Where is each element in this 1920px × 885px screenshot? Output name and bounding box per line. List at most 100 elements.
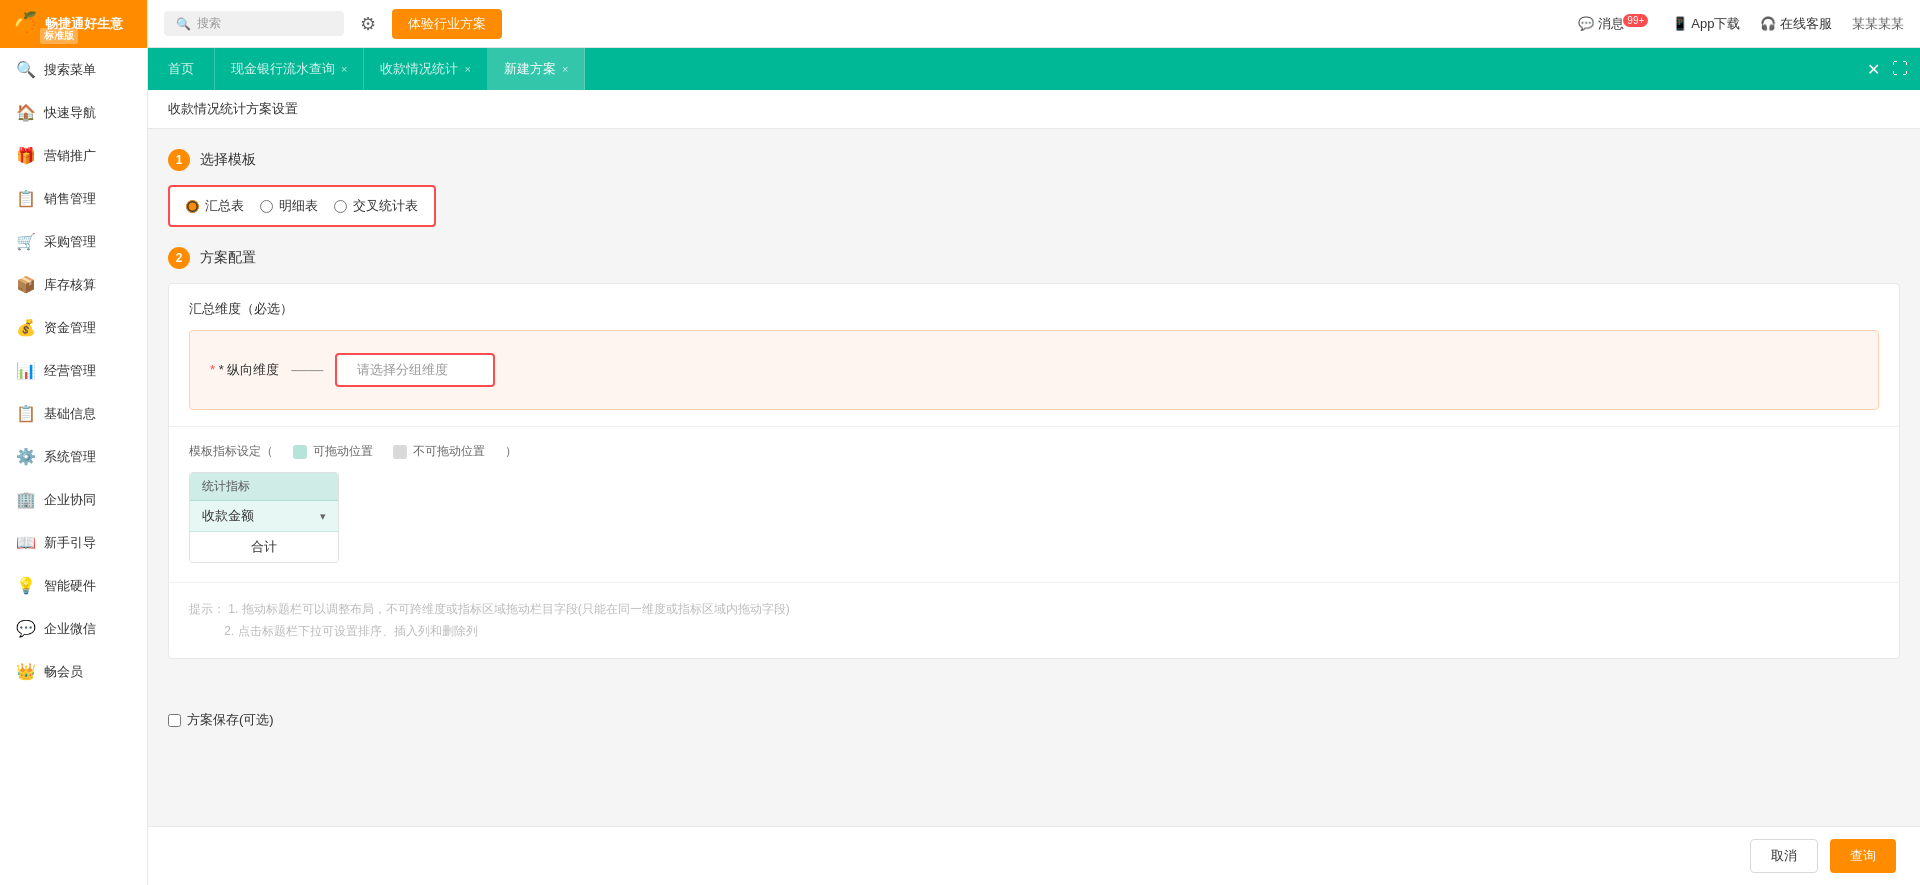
step2-header: 2 方案配置	[168, 247, 1900, 269]
logo-icon: 🍊	[12, 11, 39, 37]
radio-detail[interactable]: 明细表	[260, 197, 318, 215]
sidebar-label-search-menu: 搜索菜单	[44, 61, 96, 79]
sidebar-item-member[interactable]: 👑 畅会员	[0, 650, 147, 693]
sidebar-item-inventory[interactable]: 📦 库存核算	[0, 263, 147, 306]
quick-nav-icon: 🏠	[16, 103, 36, 122]
dimension-group: 汇总维度（必选） * * 纵向维度 —— 请选择分组维度	[169, 284, 1899, 427]
sidebar-item-system[interactable]: ⚙️ 系统管理	[0, 435, 147, 478]
member-icon: 👑	[16, 662, 36, 681]
search-placeholder: 搜索	[197, 15, 221, 32]
tabbar-right: ✕ ⛶	[1855, 48, 1920, 90]
dim-label: * * 纵向维度	[210, 361, 279, 379]
draggable-dot	[293, 445, 307, 459]
search-bar[interactable]: 🔍 搜索	[164, 11, 344, 36]
save-option-checkbox[interactable]	[168, 714, 181, 727]
search-menu-icon: 🔍	[16, 60, 36, 79]
sidebar-label-newbie: 新手引导	[44, 534, 96, 552]
message-btn[interactable]: 💬 消息 99+	[1578, 15, 1652, 33]
non-draggable-legend-item: 不可拖动位置	[393, 443, 485, 460]
sidebar-label-inventory: 库存核算	[44, 276, 96, 294]
operations-icon: 📊	[16, 361, 36, 380]
chevron-down-icon[interactable]: ▾	[320, 510, 326, 523]
sidebar-item-purchase[interactable]: 🛒 采购管理	[0, 220, 147, 263]
dim-select-btn[interactable]: 请选择分组维度	[335, 353, 495, 387]
step1-title: 选择模板	[200, 151, 256, 169]
radio-detail-label: 明细表	[279, 197, 318, 215]
metrics-category-header: 统计指标	[190, 473, 338, 501]
topbar: 🔍 搜索 ⚙ 体验行业方案 💬 消息 99+ 📱 App下载 🎧 在线客服 某某…	[148, 0, 1920, 48]
capital-icon: 💰	[16, 318, 36, 337]
template-selection-box: 汇总表 明细表 交叉统计表	[168, 185, 436, 227]
cancel-button[interactable]: 取消	[1750, 839, 1818, 873]
fullscreen-icon[interactable]: ⛶	[1892, 60, 1908, 78]
marketing-icon: 🎁	[16, 146, 36, 165]
newbie-icon: 📖	[16, 533, 36, 552]
step2-number: 2	[168, 247, 190, 269]
metrics-column-header[interactable]: 收款金额 ▾	[190, 501, 338, 532]
sidebar-item-operations[interactable]: 📊 经营管理	[0, 349, 147, 392]
step2-title: 方案配置	[200, 249, 256, 267]
sidebar: 🍊 畅捷通好生意 标准版 🔍 搜索菜单🏠 快速导航🎁 营销推广📋 销售管理🛒 采…	[0, 0, 148, 885]
trial-btn[interactable]: 体验行业方案	[392, 9, 502, 39]
tabbar: 首页 现金银行流水查询×收款情况统计× 新建方案 × ✕ ⛶	[148, 48, 1920, 90]
tab-close-new-plan[interactable]: ×	[562, 63, 568, 75]
query-button[interactable]: 查询	[1830, 839, 1896, 873]
sidebar-item-enterprise[interactable]: 🏢 企业协同	[0, 478, 147, 521]
sidebar-label-purchase: 采购管理	[44, 233, 96, 251]
sidebar-item-quick-nav[interactable]: 🏠 快速导航	[0, 91, 147, 134]
radio-cross[interactable]: 交叉统计表	[334, 197, 418, 215]
tab-label-home: 首页	[168, 60, 194, 78]
tip-prefix: 提示：	[189, 602, 225, 616]
sidebar-logo: 🍊 畅捷通好生意 标准版	[0, 0, 147, 48]
sidebar-item-marketing[interactable]: 🎁 营销推广	[0, 134, 147, 177]
tab-new-plan[interactable]: 新建方案 ×	[488, 48, 585, 90]
tab-bank-flow[interactable]: 现金银行流水查询×	[215, 48, 364, 90]
online-service-btn[interactable]: 🎧 在线客服	[1760, 15, 1832, 33]
sidebar-label-system: 系统管理	[44, 448, 96, 466]
radio-cross-input[interactable]	[334, 200, 347, 213]
edition-badge: 标准版	[40, 28, 78, 44]
weichat-icon: 💬	[16, 619, 36, 638]
radio-detail-input[interactable]	[260, 200, 273, 213]
message-badge: 99+	[1623, 14, 1648, 27]
sidebar-item-search-menu[interactable]: 🔍 搜索菜单	[0, 48, 147, 91]
close-window-icon[interactable]: ✕	[1867, 60, 1880, 79]
page-footer: 方案保存(可选)	[148, 699, 1920, 741]
sidebar-label-operations: 经营管理	[44, 362, 96, 380]
sidebar-item-capital[interactable]: 💰 资金管理	[0, 306, 147, 349]
main-area: 🔍 搜索 ⚙ 体验行业方案 💬 消息 99+ 📱 App下载 🎧 在线客服 某某…	[148, 0, 1920, 885]
tab-label-new-plan: 新建方案	[504, 60, 556, 78]
tab-payment-stats[interactable]: 收款情况统计×	[364, 48, 487, 90]
radio-summary[interactable]: 汇总表	[186, 197, 244, 215]
sidebar-label-capital: 资金管理	[44, 319, 96, 337]
sidebar-item-basic-info[interactable]: 📋 基础信息	[0, 392, 147, 435]
dimension-area: * * 纵向维度 —— 请选择分组维度	[189, 330, 1879, 410]
tab-close-bank-flow[interactable]: ×	[341, 63, 347, 75]
sidebar-item-weichat[interactable]: 💬 企业微信	[0, 607, 147, 650]
tab-home[interactable]: 首页	[148, 48, 215, 90]
config-section: 汇总维度（必选） * * 纵向维度 —— 请选择分组维度	[168, 283, 1900, 659]
metrics-config: 模板指标设定（ 可拖动位置 不可拖动位置 ）	[169, 427, 1899, 582]
sidebar-item-sales[interactable]: 📋 销售管理	[0, 177, 147, 220]
draggable-legend-item: 可拖动位置	[293, 443, 373, 460]
message-label: 消息	[1598, 16, 1624, 31]
sidebar-item-smart-hw[interactable]: 💡 智能硬件	[0, 564, 147, 607]
non-draggable-dot	[393, 445, 407, 459]
page-header: 收款情况统计方案设置	[148, 90, 1920, 129]
app-download-btn[interactable]: 📱 App下载	[1672, 15, 1740, 33]
dimension-group-title: 汇总维度（必选）	[189, 300, 1879, 318]
smart-hw-icon: 💡	[16, 576, 36, 595]
tab-close-payment-stats[interactable]: ×	[464, 63, 470, 75]
radio-summary-input[interactable]	[186, 200, 199, 213]
save-option-label[interactable]: 方案保存(可选)	[168, 711, 274, 729]
settings-icon[interactable]: ⚙	[360, 13, 376, 35]
dim-row: * * 纵向维度 —— 请选择分组维度	[210, 353, 495, 387]
page-header-title: 收款情况统计方案设置	[168, 101, 298, 116]
metric-name: 收款金额	[202, 507, 254, 525]
sidebar-item-newbie[interactable]: 📖 新手引导	[0, 521, 147, 564]
tips-section: 提示： 1. 拖动标题栏可以调整布局，不可跨维度或指标区域拖动栏目字段(只能在同…	[169, 582, 1899, 658]
metrics-table: 统计指标 收款金额 ▾ 合计	[189, 472, 339, 563]
save-option-text: 方案保存(可选)	[187, 711, 274, 729]
radio-cross-label: 交叉统计表	[353, 197, 418, 215]
sidebar-label-weichat: 企业微信	[44, 620, 96, 638]
